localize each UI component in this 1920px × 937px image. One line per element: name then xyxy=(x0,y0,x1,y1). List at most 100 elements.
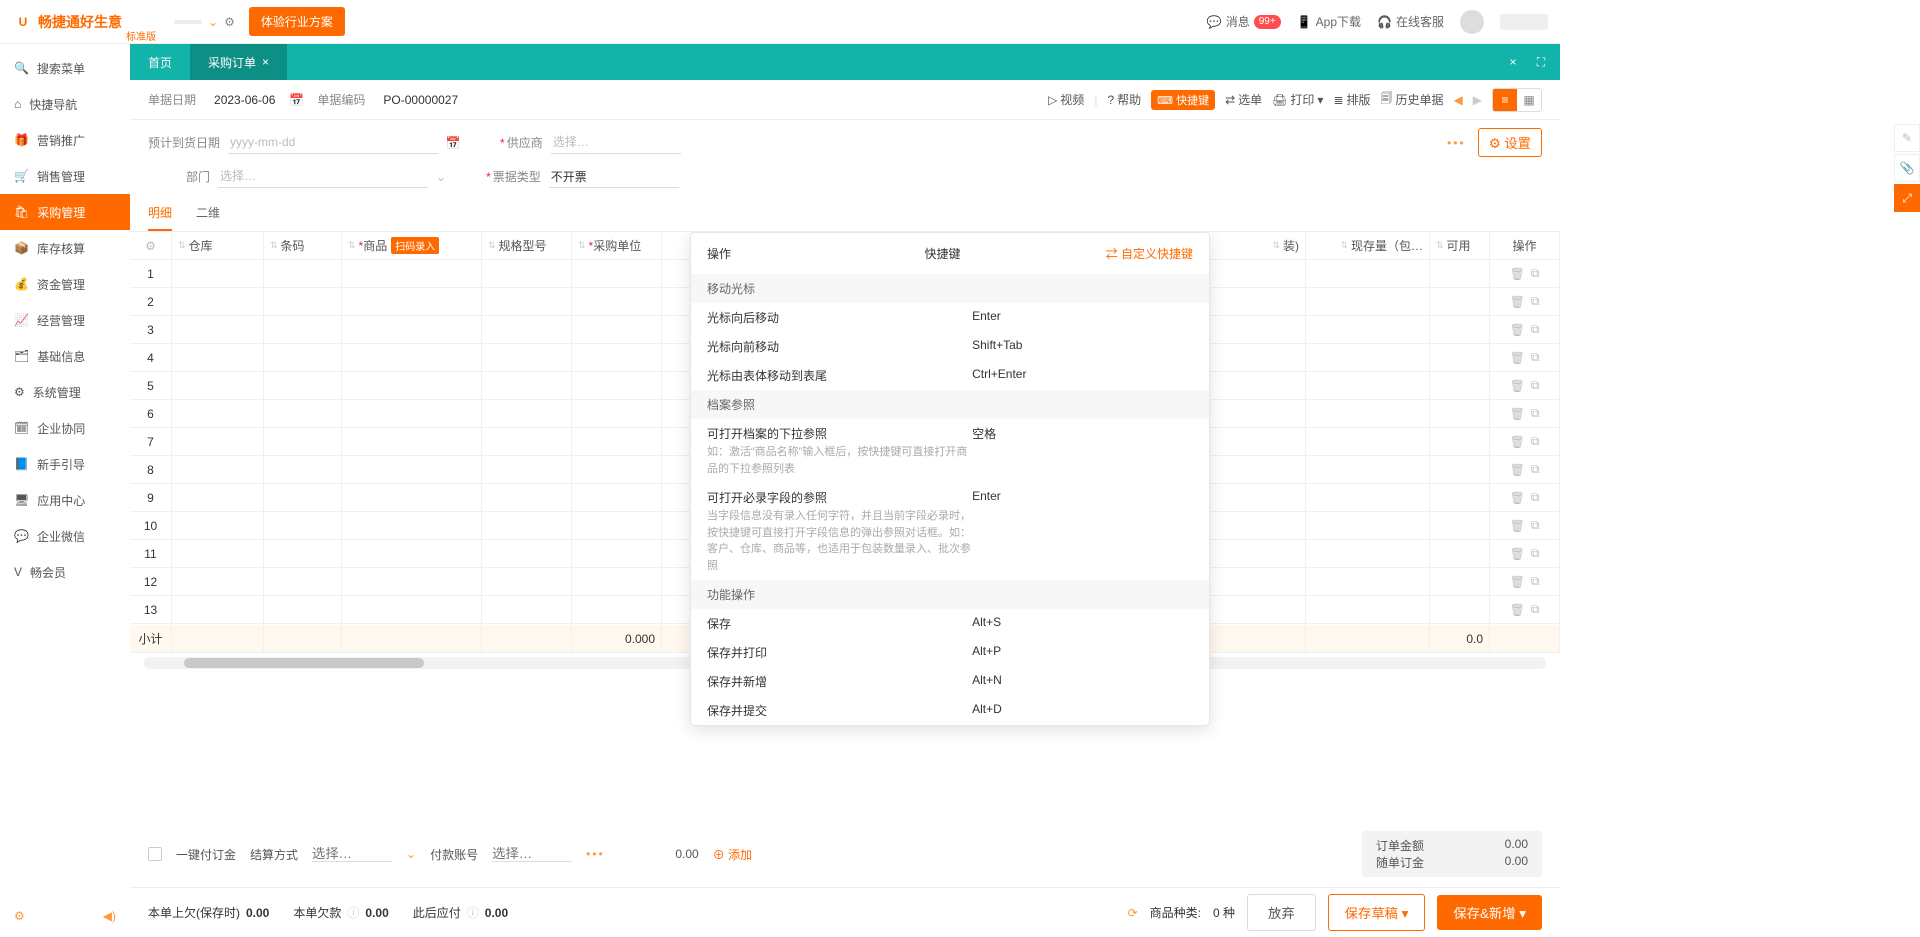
settle-input[interactable] xyxy=(312,846,392,862)
onekey-checkbox[interactable] xyxy=(148,847,162,861)
prev-icon[interactable]: ◀ xyxy=(1454,93,1463,107)
scrollbar-thumb[interactable] xyxy=(184,658,424,668)
bill-date-value[interactable]: 2023-06-06 xyxy=(214,93,275,107)
sidebar-item-collab[interactable]: 🗓企业协同 xyxy=(0,410,130,446)
sidebar-item-shortcut[interactable]: ⌂快捷导航 xyxy=(0,86,130,122)
delete-row-icon[interactable]: 🗑 xyxy=(1510,519,1525,533)
col-barcode[interactable]: 条码 xyxy=(281,237,305,254)
copy-row-icon[interactable]: ⧉ xyxy=(1531,322,1540,337)
chevron-down-icon[interactable]: ⌄ xyxy=(436,170,446,184)
delete-row-icon[interactable]: 🗑 xyxy=(1510,295,1525,309)
calendar-icon[interactable]: 📅 xyxy=(289,93,303,107)
delete-row-icon[interactable]: 🗑 xyxy=(1510,603,1525,617)
sidebar-item-basic[interactable]: 🗂基础信息 xyxy=(0,338,130,374)
copy-row-icon[interactable]: ⧉ xyxy=(1531,266,1540,281)
sidebar-item-apps[interactable]: 🖥应用中心 xyxy=(0,482,130,518)
col-stock[interactable]: 现存量（包… xyxy=(1351,237,1423,254)
trial-button[interactable]: 体验行业方案 xyxy=(249,7,345,36)
copy-row-icon[interactable]: ⧉ xyxy=(1531,518,1540,533)
arrive-date-input[interactable] xyxy=(228,131,438,154)
sidebar-item-marketing[interactable]: 🎁营销推广 xyxy=(0,122,130,158)
messages-button[interactable]: 💬 消息 99+ xyxy=(1207,13,1281,30)
delete-row-icon[interactable]: 🗑 xyxy=(1510,575,1525,589)
sidebar-item-guide[interactable]: 📘新手引导 xyxy=(0,446,130,482)
sidebar-item-wechat[interactable]: 💬企业微信 xyxy=(0,518,130,554)
copy-row-icon[interactable]: ⧉ xyxy=(1531,294,1540,309)
gear-icon[interactable]: ⚙ xyxy=(145,239,156,253)
chevron-down-icon[interactable]: ⌄ xyxy=(406,847,416,861)
info-icon[interactable]: ⓘ xyxy=(467,904,479,921)
delete-row-icon[interactable]: 🗑 xyxy=(1510,491,1525,505)
print-button[interactable]: 🖨 打印 ▾ xyxy=(1272,91,1323,108)
sidebar-item-system[interactable]: ⚙系统管理 xyxy=(0,374,130,410)
col-warehouse[interactable]: 仓库 xyxy=(189,237,213,254)
delete-row-icon[interactable]: 🗑 xyxy=(1510,379,1525,393)
user-name[interactable] xyxy=(1500,14,1548,30)
supplier-input[interactable] xyxy=(551,131,681,154)
org-selector[interactable]: ⌄ ⚙ xyxy=(174,15,235,29)
ticket-input[interactable] xyxy=(549,165,679,188)
refresh-icon[interactable]: ⟳ xyxy=(1128,906,1138,920)
delete-row-icon[interactable]: 🗑 xyxy=(1510,323,1525,337)
add-pay-button[interactable]: ⊕ 添加 xyxy=(713,846,752,863)
tab-purchase-order[interactable]: 采购订单 × xyxy=(190,44,287,80)
select-bill-button[interactable]: ⇄ 选单 xyxy=(1225,91,1262,108)
layout-button[interactable]: ≣ 排版 xyxy=(1333,91,1370,108)
delete-row-icon[interactable]: 🗑 xyxy=(1510,267,1525,281)
col-sku[interactable]: 规格型号 xyxy=(499,237,547,254)
card-view-icon[interactable]: ▦ xyxy=(1517,89,1541,111)
sidebar-item-purchase[interactable]: 🛍采购管理 xyxy=(0,194,130,230)
more-icon[interactable]: ••• xyxy=(586,847,605,861)
sidebar-item-finance[interactable]: 💰资金管理 xyxy=(0,266,130,302)
video-button[interactable]: ▷ 视频 xyxy=(1048,91,1084,108)
dock-attach-icon[interactable]: 📎 xyxy=(1894,154,1920,182)
shortcut-button[interactable]: ⌨ 快捷键 xyxy=(1151,90,1215,110)
delete-row-icon[interactable]: 🗑 xyxy=(1510,351,1525,365)
delete-row-icon[interactable]: 🗑 xyxy=(1510,547,1525,561)
close-icon[interactable]: × xyxy=(262,55,269,69)
sidebar-item-stock[interactable]: 📦库存核算 xyxy=(0,230,130,266)
tab-close-all-icon[interactable]: × xyxy=(1502,51,1524,73)
copy-row-icon[interactable]: ⧉ xyxy=(1531,462,1540,477)
history-button[interactable]: 🗐 历史单据 xyxy=(1381,89,1444,110)
view-switch[interactable]: ≡▦ xyxy=(1492,88,1542,112)
calendar-icon[interactable]: 📅 xyxy=(446,136,460,150)
support-button[interactable]: 🎧 在线客服 xyxy=(1377,13,1444,30)
copy-row-icon[interactable]: ⧉ xyxy=(1531,574,1540,589)
col-pack[interactable]: 装) xyxy=(1283,237,1299,254)
dept-input[interactable] xyxy=(218,165,428,188)
avatar[interactable] xyxy=(1460,10,1484,34)
app-download[interactable]: 📱 App下载 xyxy=(1297,13,1361,30)
col-unit[interactable]: 采购单位 xyxy=(593,237,641,254)
fullscreen-icon[interactable]: ⛶ xyxy=(1530,51,1552,73)
acct-input[interactable] xyxy=(492,846,572,862)
settings-icon[interactable]: ⚙ xyxy=(14,909,25,923)
save-new-button[interactable]: 保存&新增 ▾ xyxy=(1437,895,1542,930)
dock-expand-icon[interactable]: ⤢ xyxy=(1894,184,1920,212)
delete-row-icon[interactable]: 🗑 xyxy=(1510,407,1525,421)
subtab-two[interactable]: 二维 xyxy=(196,196,220,231)
delete-row-icon[interactable]: 🗑 xyxy=(1510,463,1525,477)
subtab-detail[interactable]: 明细 xyxy=(148,196,172,231)
discard-button[interactable]: 放弃 xyxy=(1247,894,1316,931)
dock-note-icon[interactable]: ✎ xyxy=(1894,124,1920,152)
help-button[interactable]: ? 帮助 xyxy=(1107,91,1141,108)
copy-row-icon[interactable]: ⧉ xyxy=(1531,434,1540,449)
collapse-icon[interactable]: ◀) xyxy=(103,909,116,923)
gear-icon[interactable]: ⚙ xyxy=(224,15,235,29)
copy-row-icon[interactable]: ⧉ xyxy=(1531,546,1540,561)
sidebar-item-member[interactable]: V畅会员 xyxy=(0,554,130,590)
copy-row-icon[interactable]: ⧉ xyxy=(1531,406,1540,421)
copy-row-icon[interactable]: ⧉ xyxy=(1531,490,1540,505)
copy-row-icon[interactable]: ⧉ xyxy=(1531,350,1540,365)
delete-row-icon[interactable]: 🗑 xyxy=(1510,435,1525,449)
settings-button[interactable]: ⚙ 设置 xyxy=(1478,128,1542,157)
tab-home[interactable]: 首页 xyxy=(130,44,190,80)
save-draft-button[interactable]: 保存草稿 ▾ xyxy=(1328,894,1426,931)
list-view-icon[interactable]: ≡ xyxy=(1493,89,1517,111)
customize-shortcut-link[interactable]: ⇄ 自定义快捷键 xyxy=(1106,245,1193,262)
next-icon[interactable]: ▶ xyxy=(1473,93,1482,107)
sidebar-item-operation[interactable]: 📈经营管理 xyxy=(0,302,130,338)
copy-row-icon[interactable]: ⧉ xyxy=(1531,378,1540,393)
sidebar-item-search[interactable]: 🔍搜索菜单 xyxy=(0,50,130,86)
